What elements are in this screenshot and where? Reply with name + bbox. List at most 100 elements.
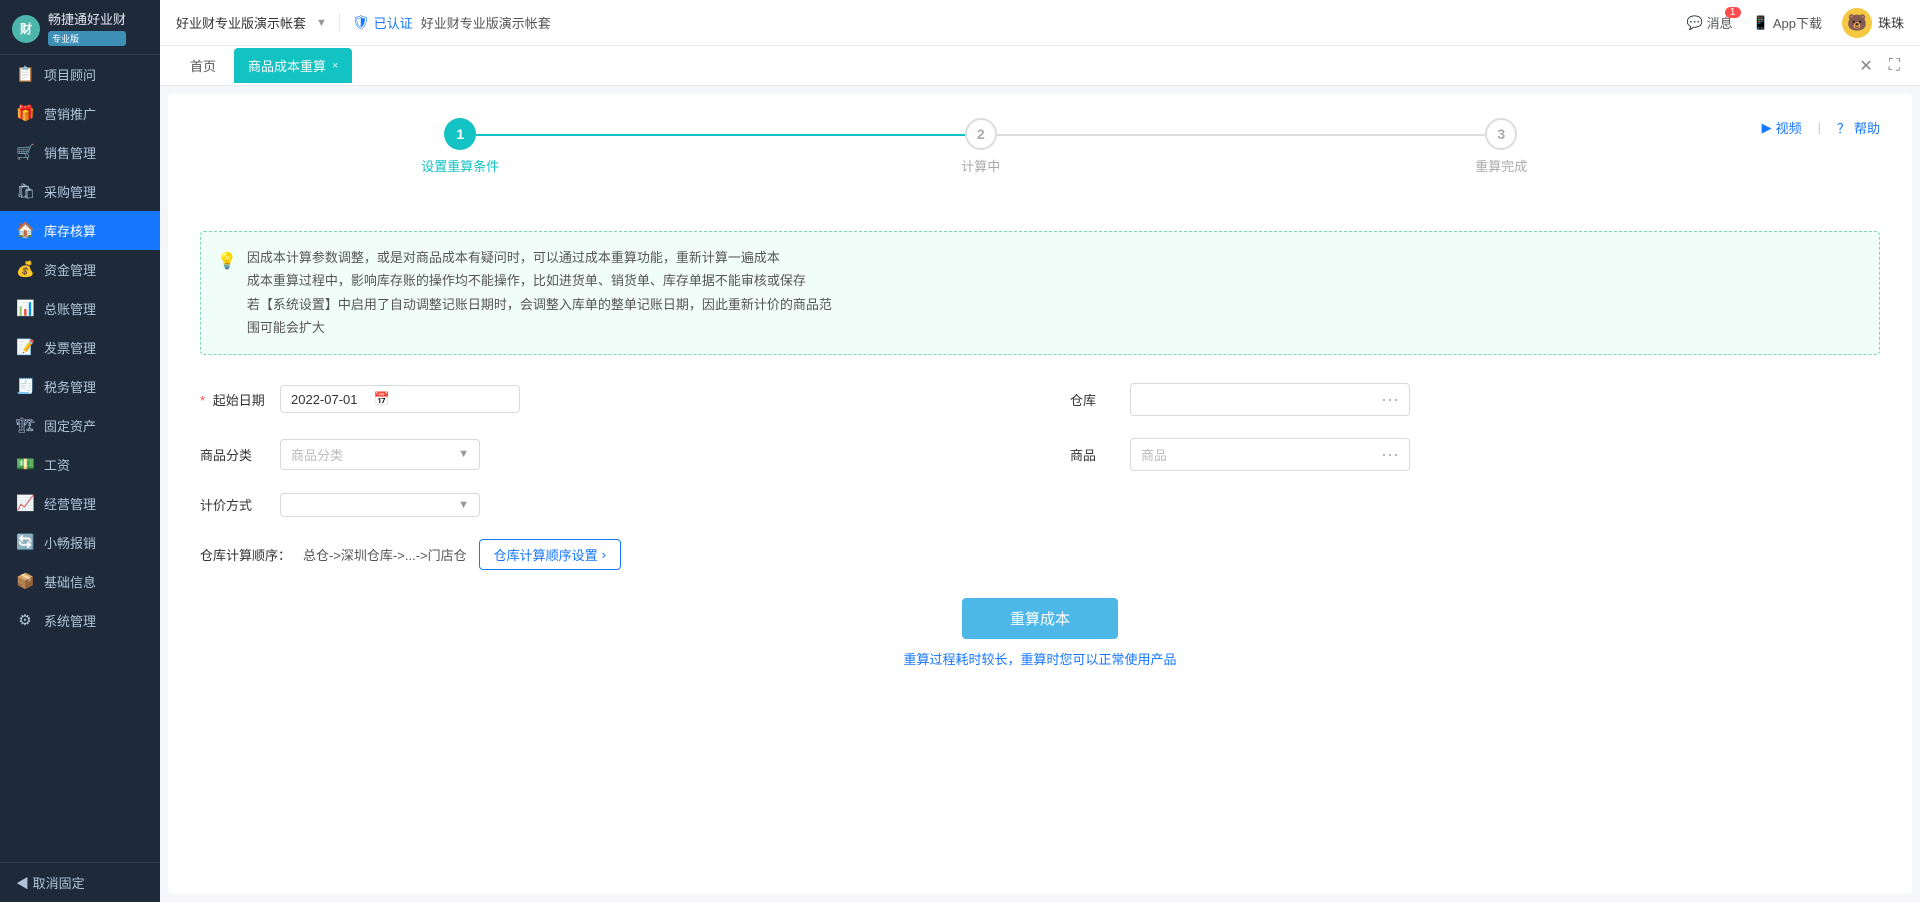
- sidebar-item-assets[interactable]: 🏗 固定资产: [0, 406, 160, 445]
- sidebar-item-inventory[interactable]: 🏠 库存核算: [0, 211, 160, 250]
- form-col-goods: 商品 商品 ···: [1070, 438, 1880, 471]
- ledger-icon: 📊: [16, 299, 34, 317]
- finance-icon: 💰: [16, 260, 34, 278]
- warehouse-order-value: 总仓->深圳仓库->...->门店仓: [303, 545, 467, 564]
- sidebar-item-label-inventory: 库存核算: [44, 221, 96, 240]
- sidebar-unpin[interactable]: ◀ 取消固定: [0, 862, 160, 902]
- sidebar-item-sales[interactable]: 🛒 销售管理: [0, 133, 160, 172]
- sidebar-item-label-ledger: 总账管理: [44, 299, 96, 318]
- warehouse-label: 仓库: [1070, 390, 1130, 409]
- sidebar-logo: 财 畅捷通好业财 专业版: [0, 0, 160, 55]
- sidebar-item-label-marketing: 营销推广: [44, 104, 96, 123]
- pricing-select[interactable]: ▼: [280, 493, 480, 517]
- message-button[interactable]: 💬 消息 1: [1686, 13, 1732, 32]
- marketing-icon: 🎁: [16, 104, 34, 122]
- close-window-icon[interactable]: ✕: [1855, 52, 1876, 80]
- video-button[interactable]: ▶ 视频: [1762, 118, 1802, 137]
- tabbar: 首页 商品成本重算 × ✕ ⛶: [160, 46, 1920, 86]
- step-2: 2 计算中: [721, 118, 1242, 175]
- project-icon: 📋: [16, 65, 34, 83]
- sidebar-item-ledger[interactable]: 📊 总账管理: [0, 289, 160, 328]
- expand-icon[interactable]: ⛶: [1885, 53, 1904, 79]
- help-button[interactable]: ？ 帮助: [1837, 118, 1880, 137]
- category-chevron-icon: ▼: [458, 448, 469, 460]
- sidebar-item-project[interactable]: 📋 项目顾问: [0, 55, 160, 94]
- purchase-icon: 🛍: [16, 182, 34, 200]
- form-col-category: 商品分类 商品分类 ▼: [200, 439, 1010, 470]
- username: 珠珠: [1878, 13, 1904, 32]
- warehouse-order-btn-label: 仓库计算顺序设置: [494, 545, 598, 564]
- step-2-circle: 2: [965, 118, 997, 150]
- chevron-down-icon: ▼: [316, 17, 327, 29]
- sidebar-item-payroll[interactable]: 💵 工资: [0, 445, 160, 484]
- ellipsis-icon[interactable]: ···: [1381, 389, 1399, 410]
- cert-badge: 🛡 已认证 好业财专业版演示帐套: [352, 13, 551, 32]
- category-placeholder: 商品分类: [291, 445, 343, 464]
- sidebar-item-tax[interactable]: 🧾 税务管理: [0, 367, 160, 406]
- category-select[interactable]: 商品分类 ▼: [280, 439, 480, 470]
- calendar-icon[interactable]: 📅: [374, 391, 390, 407]
- sidebar-item-system[interactable]: ⚙ 系统管理: [0, 601, 160, 640]
- step-1-num: 1: [456, 126, 464, 142]
- goods-input[interactable]: 商品 ···: [1130, 438, 1410, 471]
- tab-home[interactable]: 首页: [176, 48, 230, 83]
- topbar-actions: 💬 消息 1 📱 App下载 🐻 珠珠: [1686, 8, 1904, 38]
- app-badge: 专业版: [48, 31, 126, 46]
- form-col-start-date: * 起始日期 2022-07-01 📅: [200, 385, 1010, 413]
- sidebar-item-expense[interactable]: 🔄 小畅报销: [0, 523, 160, 562]
- form-row-3: 计价方式 ▼: [200, 493, 1880, 517]
- goods-ellipsis-icon[interactable]: ···: [1381, 444, 1399, 465]
- topbar-divider: [339, 13, 340, 33]
- step-1: 1 设置重算条件: [200, 118, 721, 175]
- user-menu[interactable]: 🐻 珠珠: [1842, 8, 1904, 38]
- step-2-num: 2: [977, 126, 985, 142]
- recalc-tab-label: 商品成本重算: [248, 56, 326, 75]
- sidebar-item-label-purchase: 采购管理: [44, 182, 96, 201]
- recalc-btn-label: 重算成本: [1010, 611, 1070, 628]
- home-tab-label: 首页: [190, 56, 216, 75]
- assets-icon: 🏗: [16, 416, 34, 434]
- tab-recalc[interactable]: 商品成本重算 ×: [234, 48, 352, 83]
- info-line-3: 若【系统设置】中启用了自动调整记账日期时，会调整入库单的整单记账日期，因此重新计…: [247, 293, 832, 316]
- info-line-1: 因成本计算参数调整，或是对商品成本有疑问时，可以通过成本重算功能，重新计算一遍成…: [247, 246, 832, 269]
- unpin-label: ◀ 取消固定: [16, 873, 85, 892]
- sidebar-item-label-finance: 资金管理: [44, 260, 96, 279]
- avatar: 🐻: [1842, 8, 1872, 38]
- warehouse-order-label: 仓库计算顺序：: [200, 545, 291, 564]
- start-date-input[interactable]: 2022-07-01 📅: [280, 385, 520, 413]
- expense-icon: 🔄: [16, 533, 34, 551]
- form-row-1: * 起始日期 2022-07-01 📅 仓库 ···: [200, 383, 1880, 416]
- pricing-label: 计价方式: [200, 495, 280, 514]
- phone-icon: 📱: [1753, 15, 1769, 31]
- account-name: 好业财专业版演示帐套: [176, 13, 306, 32]
- system-icon: ⚙: [16, 611, 34, 629]
- app-download-button[interactable]: 📱 App下载: [1753, 13, 1822, 32]
- sidebar-item-ops[interactable]: 📈 经营管理: [0, 484, 160, 523]
- inventory-icon: 🏠: [16, 221, 34, 239]
- warehouse-order-btn[interactable]: 仓库计算顺序设置 ›: [479, 539, 621, 570]
- cert-label: 已认证: [374, 13, 413, 32]
- sidebar-item-marketing[interactable]: 🎁 营销推广: [0, 94, 160, 133]
- account-selector[interactable]: 好业财专业版演示帐套 ▼: [176, 13, 327, 32]
- form-col-warehouse: 仓库 ···: [1070, 383, 1880, 416]
- sidebar-item-label-expense: 小畅报销: [44, 533, 96, 552]
- tab-close-icon[interactable]: ×: [332, 60, 338, 72]
- sidebar-item-basic[interactable]: 📦 基础信息: [0, 562, 160, 601]
- category-label: 商品分类: [200, 445, 280, 464]
- start-date-label: * 起始日期: [200, 390, 280, 409]
- cert-sub: 好业财专业版演示帐套: [421, 13, 551, 32]
- form-row-2: 商品分类 商品分类 ▼ 商品 商品 ···: [200, 438, 1880, 471]
- sidebar-item-invoice[interactable]: 📝 发票管理: [0, 328, 160, 367]
- sidebar-item-purchase[interactable]: 🛍 采购管理: [0, 172, 160, 211]
- warehouse-input[interactable]: ···: [1130, 383, 1410, 416]
- tabbar-right: ✕ ⛶: [1855, 52, 1904, 80]
- step-2-label: 计算中: [961, 156, 1000, 175]
- form-col-pricing: 计价方式 ▼: [200, 493, 1880, 517]
- info-line-4: 围可能会扩大: [247, 316, 832, 339]
- pricing-chevron-icon: ▼: [458, 499, 469, 511]
- question-icon: ？: [1837, 118, 1850, 137]
- sidebar-item-label-sales: 销售管理: [44, 143, 96, 162]
- tax-icon: 🧾: [16, 377, 34, 395]
- sidebar-item-finance[interactable]: 💰 资金管理: [0, 250, 160, 289]
- recalc-button[interactable]: 重算成本: [962, 598, 1118, 639]
